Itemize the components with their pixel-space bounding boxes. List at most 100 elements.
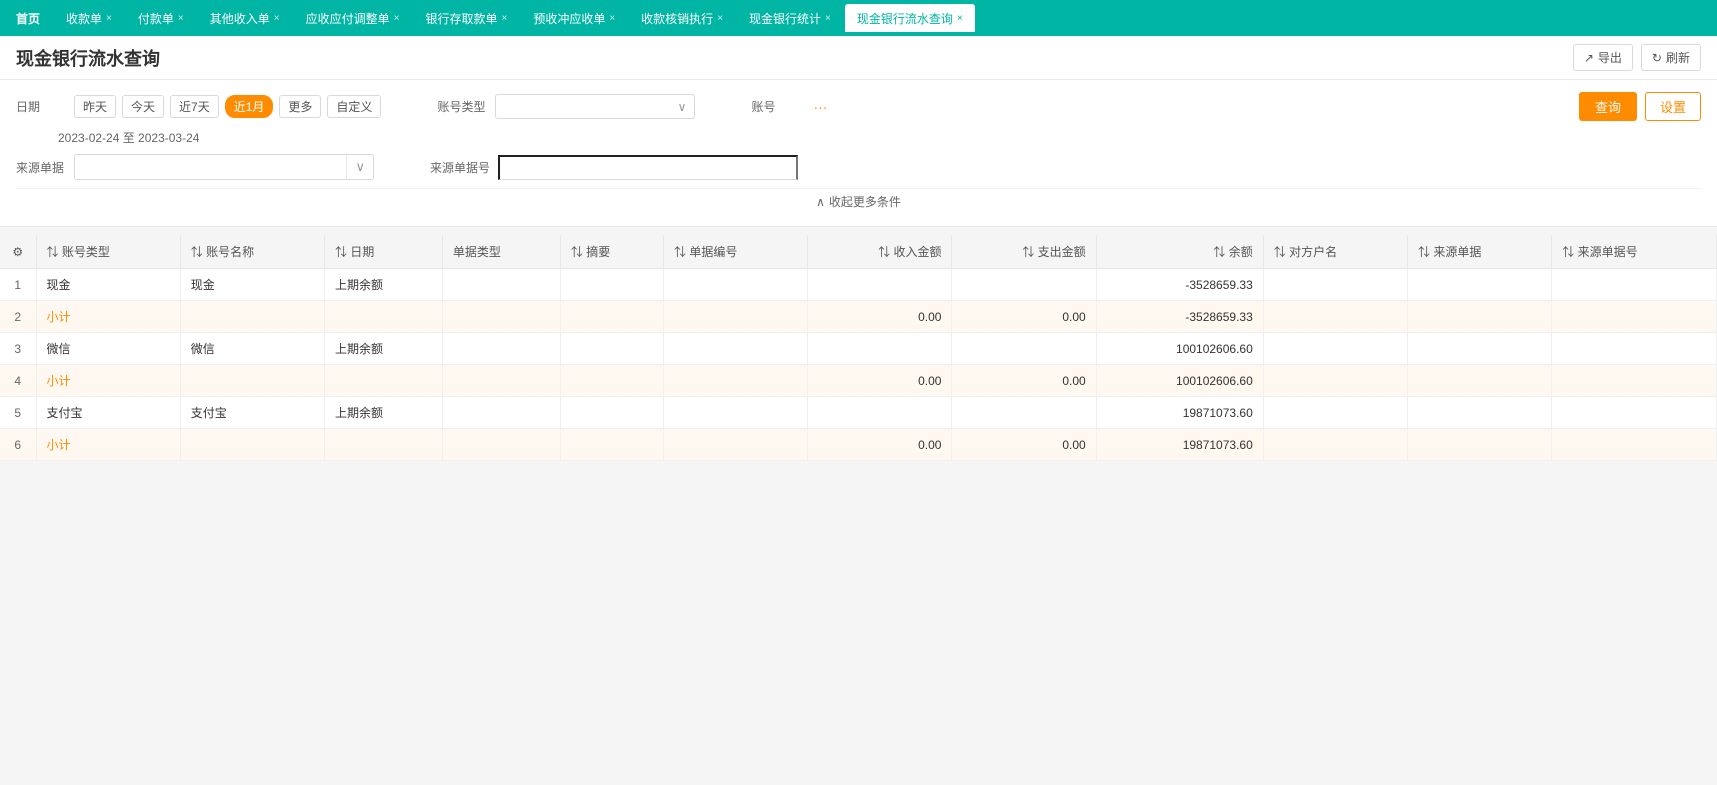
row-summary xyxy=(560,397,663,429)
close-icon[interactable]: × xyxy=(609,13,615,24)
source-doc-filter: 来源单据 ∨ xyxy=(16,154,374,180)
row-date xyxy=(324,301,442,333)
nav-tab-receipt-verify[interactable]: 收款核销执行 × xyxy=(629,4,735,32)
date-shortcuts: 昨天 今天 近7天 近1月 更多 自定义 xyxy=(74,95,381,118)
row-doc-type xyxy=(442,333,560,365)
filter-area: 日期 昨天 今天 近7天 近1月 更多 自定义 账号类型 ∨ 账号 ··· xyxy=(0,80,1717,227)
row-doc-no xyxy=(664,397,808,429)
table-row: 5支付宝支付宝上期余额19871073.60 xyxy=(0,397,1717,429)
col-counterpart: ⇅ 对方户名 xyxy=(1263,235,1407,269)
row-account-type: 支付宝 xyxy=(36,397,180,429)
page-header: 现金银行流水查询 ↗ 导出 ↻ 刷新 xyxy=(0,36,1717,80)
row-balance: -3528659.33 xyxy=(1096,269,1263,301)
source-doc-no-label: 来源单据号 xyxy=(430,159,490,176)
row-source-doc xyxy=(1407,365,1551,397)
flow-table: ⚙ ⇅ 账号类型 ⇅ 账号名称 ⇅ 日期 单据类型 ⇅ xyxy=(0,235,1717,461)
gear-icon[interactable]: ⚙ xyxy=(12,245,23,259)
row-expense: 0.00 xyxy=(952,429,1096,461)
table-row: 6小计0.000.0019871073.60 xyxy=(0,429,1717,461)
close-icon[interactable]: × xyxy=(501,13,507,24)
col-income: ⇅ 收入金额 xyxy=(808,235,952,269)
col-balance: ⇅ 余额 xyxy=(1096,235,1263,269)
row-account-name xyxy=(180,365,324,397)
row-source-doc-no xyxy=(1552,397,1717,429)
col-summary: ⇅ 摘要 xyxy=(560,235,663,269)
table-row: 2小计0.000.00-3528659.33 xyxy=(0,301,1717,333)
date-1month[interactable]: 近1月 xyxy=(225,95,274,118)
row-index: 1 xyxy=(0,269,36,301)
close-icon[interactable]: × xyxy=(178,13,184,24)
account-type-select[interactable]: ∨ xyxy=(495,94,695,119)
row-source-doc-no xyxy=(1552,333,1717,365)
row-summary xyxy=(560,333,663,365)
collapse-filter-button[interactable]: ∧ 收起更多条件 xyxy=(16,188,1701,214)
row-doc-type xyxy=(442,269,560,301)
nav-tab-bank-deposits[interactable]: 银行存取款单 × xyxy=(413,4,519,32)
row-source-doc xyxy=(1407,269,1551,301)
chevron-down-icon[interactable]: ∨ xyxy=(346,155,373,179)
table-row: 3微信微信上期余额100102606.60 xyxy=(0,333,1717,365)
filter-row-1: 日期 昨天 今天 近7天 近1月 更多 自定义 账号类型 ∨ 账号 ··· xyxy=(16,92,1701,121)
row-source-doc xyxy=(1407,301,1551,333)
account-type-label: 账号类型 xyxy=(437,98,487,115)
close-icon[interactable]: × xyxy=(394,13,400,24)
row-summary xyxy=(560,269,663,301)
close-icon[interactable]: × xyxy=(717,13,723,24)
row-date xyxy=(324,365,442,397)
query-button[interactable]: 查询 xyxy=(1579,92,1637,121)
source-doc-no-filter: 来源单据号 xyxy=(430,155,798,180)
col-source-doc-no: ⇅ 来源单据号 xyxy=(1552,235,1717,269)
account-number-label: 账号 xyxy=(751,98,801,115)
date-7days[interactable]: 近7天 xyxy=(170,95,219,118)
date-custom[interactable]: 自定义 xyxy=(327,95,381,118)
row-doc-type xyxy=(442,429,560,461)
close-icon[interactable]: × xyxy=(106,13,112,24)
close-icon[interactable]: × xyxy=(957,13,963,24)
row-income: 0.00 xyxy=(808,301,952,333)
settings-button[interactable]: 设置 xyxy=(1645,92,1701,121)
row-account-type: 小计 xyxy=(36,365,180,397)
row-expense xyxy=(952,269,1096,301)
refresh-icon: ↻ xyxy=(1652,51,1662,65)
row-expense: 0.00 xyxy=(952,365,1096,397)
row-balance: -3528659.33 xyxy=(1096,301,1263,333)
row-source-doc-no xyxy=(1552,301,1717,333)
nav-tab-bank-stats[interactable]: 现金银行统计 × xyxy=(737,4,843,32)
col-date: ⇅ 日期 xyxy=(324,235,442,269)
row-account-name: 现金 xyxy=(180,269,324,301)
nav-home[interactable]: 首页 xyxy=(4,4,52,32)
row-summary xyxy=(560,429,663,461)
filter-row-2: 来源单据 ∨ 来源单据号 xyxy=(16,154,1701,180)
row-source-doc xyxy=(1407,429,1551,461)
nav-tab-bank-flow[interactable]: 现金银行流水查询 × xyxy=(845,4,975,32)
nav-tab-payments[interactable]: 付款单 × xyxy=(126,4,196,32)
source-doc-select[interactable]: ∨ xyxy=(74,154,374,180)
date-yesterday[interactable]: 昨天 xyxy=(74,95,116,118)
close-icon[interactable]: × xyxy=(825,13,831,24)
row-index: 4 xyxy=(0,365,36,397)
table-header: ⚙ ⇅ 账号类型 ⇅ 账号名称 ⇅ 日期 单据类型 ⇅ xyxy=(0,235,1717,269)
nav-tab-prepay-offset[interactable]: 预收冲应收单 × xyxy=(521,4,627,32)
source-doc-no-input[interactable] xyxy=(498,155,798,180)
export-button[interactable]: ↗ 导出 xyxy=(1573,44,1633,71)
row-doc-type xyxy=(442,301,560,333)
date-today[interactable]: 今天 xyxy=(122,95,164,118)
column-settings[interactable]: ⚙ xyxy=(0,235,36,269)
source-doc-input[interactable] xyxy=(75,156,346,178)
date-more[interactable]: 更多 xyxy=(279,95,321,118)
row-source-doc-no xyxy=(1552,365,1717,397)
row-account-name: 支付宝 xyxy=(180,397,324,429)
row-income: 0.00 xyxy=(808,365,952,397)
row-source-doc-no xyxy=(1552,269,1717,301)
nav-tab-other-income[interactable]: 其他收入单 × xyxy=(198,4,292,32)
dots-button[interactable]: ··· xyxy=(809,99,831,115)
nav-tab-receipts[interactable]: 收款单 × xyxy=(54,4,124,32)
row-counterpart xyxy=(1263,365,1407,397)
row-doc-no xyxy=(664,429,808,461)
nav-tab-adjustments[interactable]: 应收应付调整单 × xyxy=(294,4,412,32)
refresh-button[interactable]: ↻ 刷新 xyxy=(1641,44,1701,71)
row-doc-no xyxy=(664,365,808,397)
table-body: 1现金现金上期余额-3528659.332小计0.000.00-3528659.… xyxy=(0,269,1717,461)
row-balance: 100102606.60 xyxy=(1096,365,1263,397)
close-icon[interactable]: × xyxy=(274,13,280,24)
